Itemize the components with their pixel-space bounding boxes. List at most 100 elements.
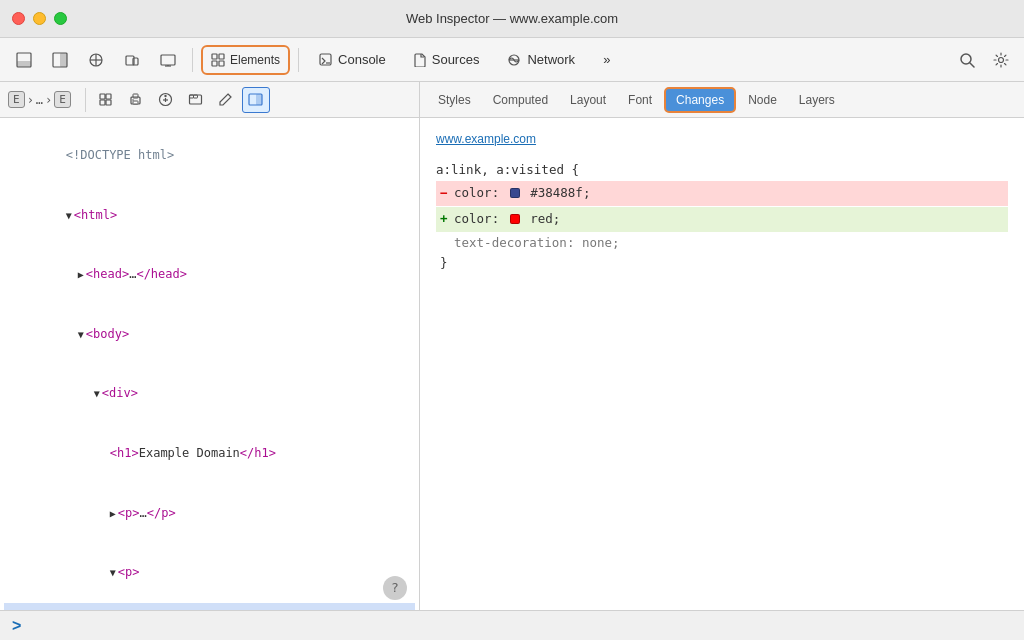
diff-plus-sign: + [440,209,454,230]
crosshair-icon [88,52,104,68]
inspector-toolbar: E › … › E [0,82,419,118]
bottom-bar: > [0,610,1024,640]
search-button[interactable] [952,45,982,75]
layout-tab[interactable]: Layout [560,87,616,113]
settings-button[interactable] [986,45,1016,75]
console-tab-button[interactable]: Console [307,45,398,75]
network-tab-button[interactable]: Network [495,45,587,75]
source-url[interactable]: www.example.com [436,130,1008,150]
right-panel: Styles Computed Layout Font Changes Node… [420,82,1024,610]
layout-icon-2[interactable] [44,45,76,75]
dom-line-h1[interactable]: <h1>Example Domain</h1> [4,424,415,484]
diff-removed-line: − color: #38488f; [436,181,1008,206]
inspector-accessibility-btn[interactable] [152,87,180,113]
svg-rect-13 [219,54,224,59]
maximize-button[interactable] [54,12,67,25]
responsive-icon [124,52,140,68]
sidebar-toggle-icon [248,92,263,107]
dom-line-body-open[interactable]: ▼<body> [4,305,415,365]
svg-rect-24 [106,94,111,99]
sep-inspector [85,88,86,112]
network-tab-label: Network [527,52,575,67]
dom-line-p1[interactable]: ▶<p>…</p> [4,483,415,543]
node-tab[interactable]: Node [738,87,787,113]
accessibility-icon [158,92,173,107]
layout-icon-5[interactable] [152,45,184,75]
svg-rect-35 [190,95,202,104]
left-panel: E › … › E [0,82,420,610]
elements-tab-button[interactable]: Elements [201,45,290,75]
svg-rect-3 [60,53,67,67]
changes-tab[interactable]: Changes [664,87,736,113]
svg-rect-23 [100,94,105,99]
dock-side-icon [52,52,68,68]
dom-line-p2-open[interactable]: ▼<p> [4,543,415,603]
inspector-screenshot-btn[interactable] [182,87,210,113]
triangle-body[interactable]: ▼ [78,329,84,340]
more-tabs-button[interactable]: » [591,45,622,75]
diff-close-brace: } [436,253,1008,274]
console-prompt[interactable]: > [12,617,21,635]
breadcrumb-e1[interactable]: E [8,91,25,108]
breadcrumb-e2[interactable]: E [54,91,71,108]
style-tabs: Styles Computed Layout Font Changes Node… [420,82,1024,118]
inspector-pen-btn[interactable] [212,87,240,113]
pen-icon [218,92,233,107]
layout-icon-4[interactable] [116,45,148,75]
svg-rect-12 [212,54,217,59]
elements-tab-label: Elements [230,53,280,67]
main-content: E › … › E [0,82,1024,610]
svg-point-22 [999,57,1004,62]
triangle-div[interactable]: ▼ [94,388,100,399]
more-icon: » [603,52,610,67]
diff-neutral-line: text-decoration: none; [436,233,1008,254]
layers-tab[interactable]: Layers [789,87,845,113]
svg-rect-15 [219,61,224,66]
console-tab-label: Console [338,52,386,67]
help-button[interactable]: ? [383,576,407,600]
diff-added-text: color: red; [454,209,560,230]
dom-line-a[interactable]: <a href="https:// www.iana.org/domains/ … [4,603,415,611]
node-styles-icon [98,92,113,107]
changes-content: www.example.com a:link, a:visited { − co… [420,118,1024,610]
layout-icon-1[interactable] [8,45,40,75]
svg-rect-26 [106,100,111,105]
svg-rect-37 [194,95,198,98]
svg-rect-36 [190,95,194,98]
triangle-html[interactable]: ▼ [66,210,72,221]
triangle-p1[interactable]: ▶ [110,508,116,519]
inspector-sidebar-btn[interactable] [242,87,270,113]
separator-1 [192,48,193,72]
dom-line-head[interactable]: ▶<head>…</head> [4,245,415,305]
triangle-head[interactable]: ▶ [78,269,84,280]
triangle-p2[interactable]: ▼ [110,567,116,578]
svg-line-21 [970,63,974,67]
dom-line-div-open[interactable]: ▼<div> [4,364,415,424]
close-button[interactable] [12,12,25,25]
separator-2 [298,48,299,72]
monitor-icon [160,52,176,68]
diff-removed-text: color: #38488f; [454,183,590,204]
removed-color-swatch [510,188,520,198]
sources-tab-label: Sources [432,52,480,67]
breadcrumb-dots-2: … [36,93,43,107]
svg-point-32 [165,95,167,97]
inspector-node-styles-btn[interactable] [92,87,120,113]
svg-rect-25 [100,100,105,105]
font-tab[interactable]: Font [618,87,662,113]
traffic-lights [12,12,67,25]
layout-icon-3[interactable] [80,45,112,75]
window-title: Web Inspector — www.example.com [406,11,618,26]
added-color-swatch [510,214,520,224]
svg-rect-9 [161,55,175,65]
console-icon [319,53,332,66]
sources-tab-button[interactable]: Sources [402,45,492,75]
computed-tab[interactable]: Computed [483,87,558,113]
dom-line-doctype[interactable]: <!DOCTYPE html> [4,126,415,186]
css-rule-block: a:link, a:visited { − color: #38488f; + … [436,160,1008,274]
svg-rect-29 [133,101,138,104]
dom-line-html-open[interactable]: ▼<html> [4,186,415,246]
styles-tab[interactable]: Styles [428,87,481,113]
inspector-print-btn[interactable] [122,87,150,113]
minimize-button[interactable] [33,12,46,25]
